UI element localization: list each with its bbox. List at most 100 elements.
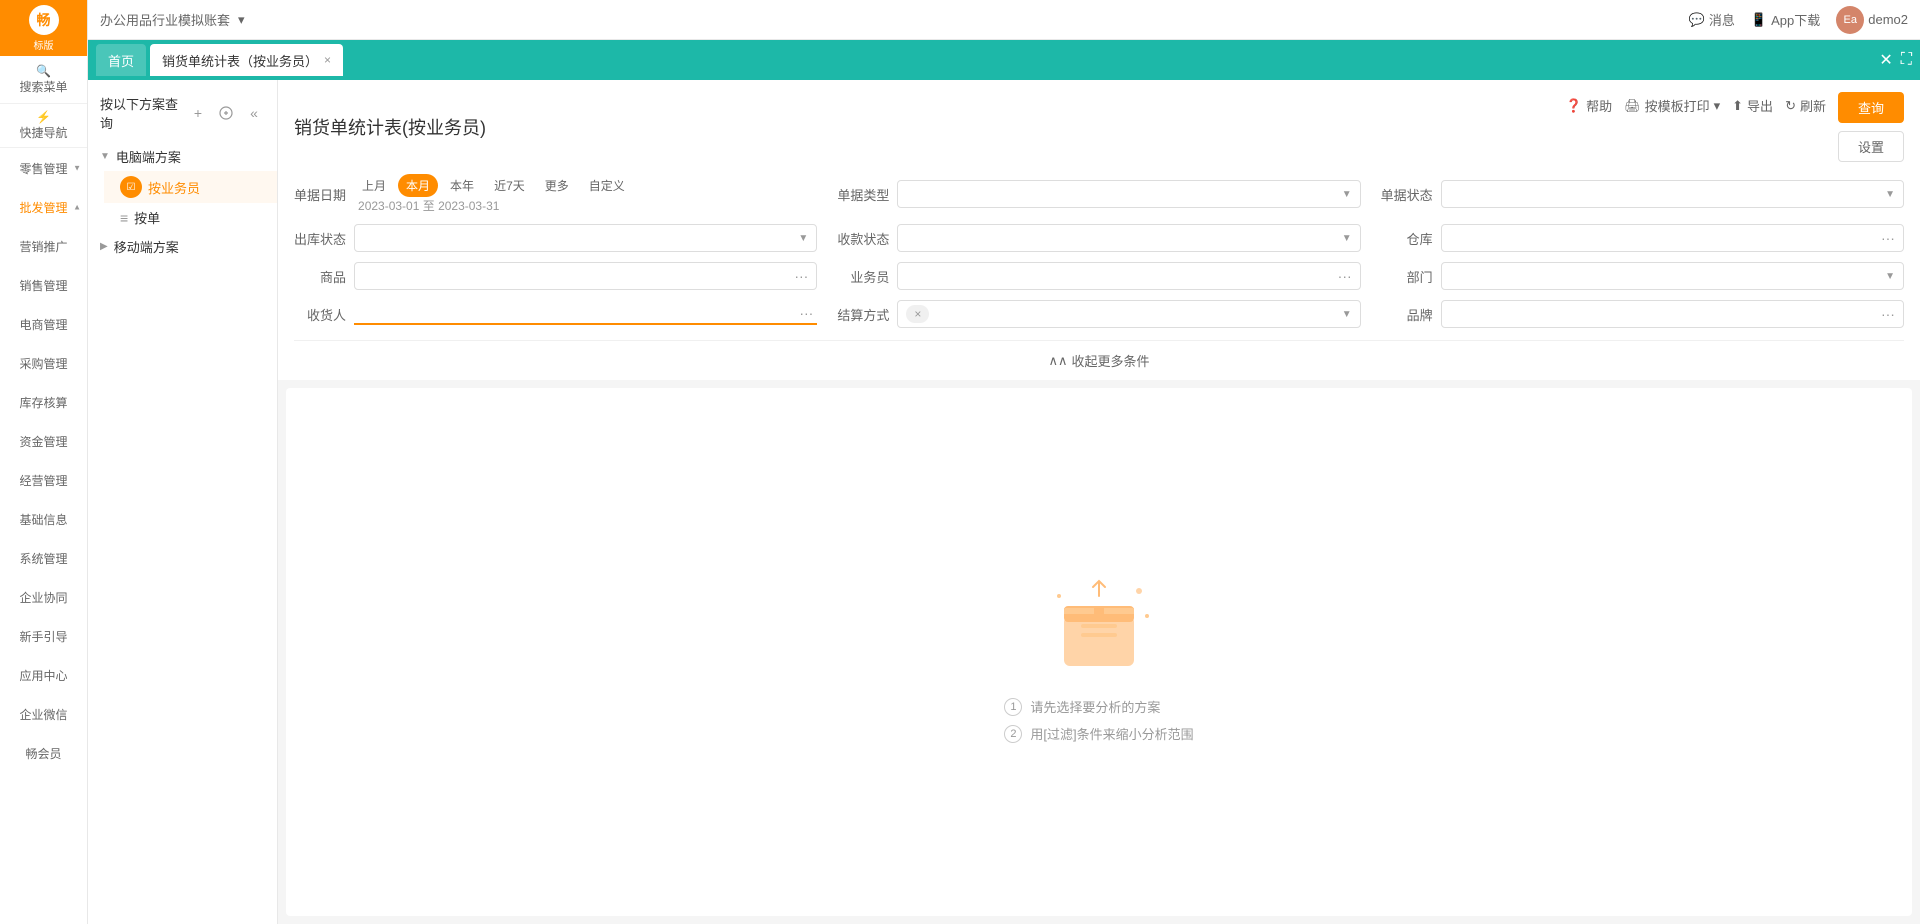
download-icon: 📱 [1751,12,1767,28]
pay-status-select[interactable]: ▼ [897,224,1360,252]
date-btn-this-year[interactable]: 本年 [442,174,482,197]
dept-arrow-icon: ▼ [1885,271,1895,282]
print-dropdown-icon[interactable]: ▾ [1714,98,1721,114]
empty-tip-2: 2 用[过滤]条件来缩小分析范围 [1004,724,1193,743]
tree-mobile-section[interactable]: ▶ 移动端方案 [88,232,277,261]
sidebar-item-member[interactable]: 畅会员 [0,733,87,772]
template-print-btn[interactable]: 🖨 按模板打印 ▾ [1624,96,1720,115]
tree-child-by-salesperson[interactable]: ☑ 按业务员 [104,171,277,203]
filter-doc-type: 单据类型 ▼ [837,174,1360,214]
user-menu-btn[interactable]: Ea demo2 [1836,6,1908,34]
sidebar-item-finance[interactable]: 资金管理 [0,421,87,460]
app-download-btn[interactable]: 📱 App下载 [1751,10,1820,29]
date-btn-last7days[interactable]: 近7天 [486,174,533,197]
filter-dept: 部门 ▼ [1381,262,1904,290]
left-panel: 按以下方案查询 + « ▼ 电脑端方案 ☑ 按业务员 [88,80,278,924]
date-btn-this-month[interactable]: 本月 [398,174,438,197]
empty-state: 1 请先选择要分析的方案 2 用[过滤]条件来缩小分析范围 [286,388,1912,916]
sidebar-shortcut[interactable]: ⚡ 快捷导航 [0,104,87,148]
out-status-select[interactable]: ▼ [354,224,817,252]
collapse-up-icon: ∧∧ [1048,353,1067,369]
tab-sales-stat[interactable]: 销货单统计表（按业务员） × [150,44,343,76]
sidebar-item-operations[interactable]: 经营管理 [0,460,87,499]
sidebar-logo[interactable]: 畅 标版 [0,0,88,56]
sidebar-item-enterprise[interactable]: 企业协同 [0,577,87,616]
sidebar-item-app-center[interactable]: 应用中心 [0,655,87,694]
page-title-row: 销货单统计表(按业务员) ❓ 帮助 🖨 按模板打印 ▾ [294,92,1904,162]
print-icon: 🖨 [1624,98,1641,114]
collapse-panel-btn[interactable]: « [243,102,265,124]
sidebar-item-sales[interactable]: 销售管理 [0,265,87,304]
doc-status-select[interactable]: ▼ [1441,180,1904,208]
tabbar: 首页 销货单统计表（按业务员） × ✕ ⛶ [88,40,1920,80]
sidebar-item-ecommerce[interactable]: 电商管理 [0,304,87,343]
tab-home[interactable]: 首页 [96,44,146,76]
left-panel-actions: + « [187,102,265,124]
salesperson-select[interactable]: ··· [897,262,1360,290]
out-status-arrow-icon: ▼ [798,233,808,244]
goods-select[interactable]: ··· [354,262,817,290]
page-content: 按以下方案查询 + « ▼ 电脑端方案 ☑ 按业务员 [88,80,1920,924]
filter-date: 单据日期 上月 本月 本年 近7天 更多 自定义 2023-03-01 至 20… [294,174,817,214]
empty-tips: 1 请先选择要分析的方案 2 用[过滤]条件来缩小分析范围 [1004,697,1193,743]
add-scheme-btn[interactable]: + [187,102,209,124]
tree-pc-section[interactable]: ▼ 电脑端方案 [88,142,277,171]
empty-illustration [1039,561,1159,681]
payment-arrow-icon: ▼ [1342,309,1352,320]
sidebar-item-marketing[interactable]: 营销推广 [0,226,87,265]
sidebar-item-retail[interactable]: 零售管理 [0,148,87,187]
topbar-right: 💬 消息 📱 App下载 Ea demo2 [1689,6,1908,34]
query-button[interactable]: 查询 [1838,92,1904,123]
export-btn[interactable]: ⬆ 导出 [1732,96,1773,115]
date-btn-last-month[interactable]: 上月 [354,174,394,197]
close-window-icon[interactable]: ✕ [1879,50,1892,70]
goods-dots-icon[interactable]: ··· [794,268,808,284]
export-icon: ⬆ [1732,98,1743,114]
collapse-btn[interactable]: ∧∧ 收起更多条件 [1036,347,1161,374]
logo-text: 标版 [34,37,54,52]
date-btn-custom[interactable]: 自定义 [581,174,633,197]
salesperson-dots-icon[interactable]: ··· [1338,268,1352,284]
topbar-dropdown-btn[interactable]: ▾ [238,12,245,28]
consignee-dots-icon[interactable]: ··· [799,305,813,321]
tab-close-icon[interactable]: × [324,53,331,67]
warehouse-select[interactable]: ··· [1441,224,1904,252]
sidebar-item-basic[interactable]: 基础信息 [0,499,87,538]
left-panel-header: 按以下方案查询 + « [88,88,277,138]
empty-tip-1: 1 请先选择要分析的方案 [1004,697,1193,716]
date-btn-more[interactable]: 更多 [537,174,577,197]
active-scheme-icon: ☑ [120,176,142,198]
sidebar-item-wholesale[interactable]: 批发管理 [0,187,87,226]
topbar-left: 办公用品行业模拟账套 ▾ [100,10,245,29]
filter-brand: 品牌 ··· [1381,300,1904,328]
settings-button[interactable]: 设置 [1838,131,1904,162]
refresh-btn[interactable]: ↻ 刷新 [1785,96,1826,115]
right-panel: 销货单统计表(按业务员) ❓ 帮助 🖨 按模板打印 ▾ [278,80,1920,924]
sidebar-item-newbie[interactable]: 新手引导 [0,616,87,655]
help-btn[interactable]: ❓ 帮助 [1566,96,1612,115]
warehouse-dots-icon[interactable]: ··· [1881,230,1895,246]
sidebar-item-inventory[interactable]: 库存核算 [0,382,87,421]
payment-clear-icon[interactable]: × [914,307,921,321]
filter-goods: 商品 ··· [294,262,817,290]
tree-child-by-order[interactable]: ≡ 按单 [104,203,277,232]
messages-btn[interactable]: 💬 消息 [1689,10,1735,29]
payment-clear-tag: × [906,305,929,323]
dept-select[interactable]: ▼ [1441,262,1904,290]
doc-type-select[interactable]: ▼ [897,180,1360,208]
fullscreen-icon[interactable]: ⛶ [1901,51,1912,69]
payment-select[interactable]: × ▼ [897,300,1360,328]
filter-consignee: 收货人 ··· [294,300,817,328]
pay-status-arrow-icon: ▼ [1342,233,1352,244]
topbar: 办公用品行业模拟账套 ▾ 💬 消息 📱 App下载 Ea demo2 [88,0,1920,40]
date-range: 2023-03-01 至 2023-03-31 [358,197,817,214]
sidebar-item-system[interactable]: 系统管理 [0,538,87,577]
sidebar-item-corp-wechat[interactable]: 企业微信 [0,694,87,733]
sidebar-search[interactable]: 🔍 搜索菜单 [0,56,87,104]
brand-select[interactable]: ··· [1441,300,1904,328]
page-title: 销货单统计表(按业务员) [294,114,486,140]
sidebar: 畅 标版 🔍 搜索菜单 ⚡ 快捷导航 零售管理 批发管理 营销推广 销售管理 电… [0,0,88,924]
edit-scheme-btn[interactable] [215,102,237,124]
brand-dots-icon[interactable]: ··· [1881,306,1895,322]
sidebar-item-purchase[interactable]: 采购管理 [0,343,87,382]
